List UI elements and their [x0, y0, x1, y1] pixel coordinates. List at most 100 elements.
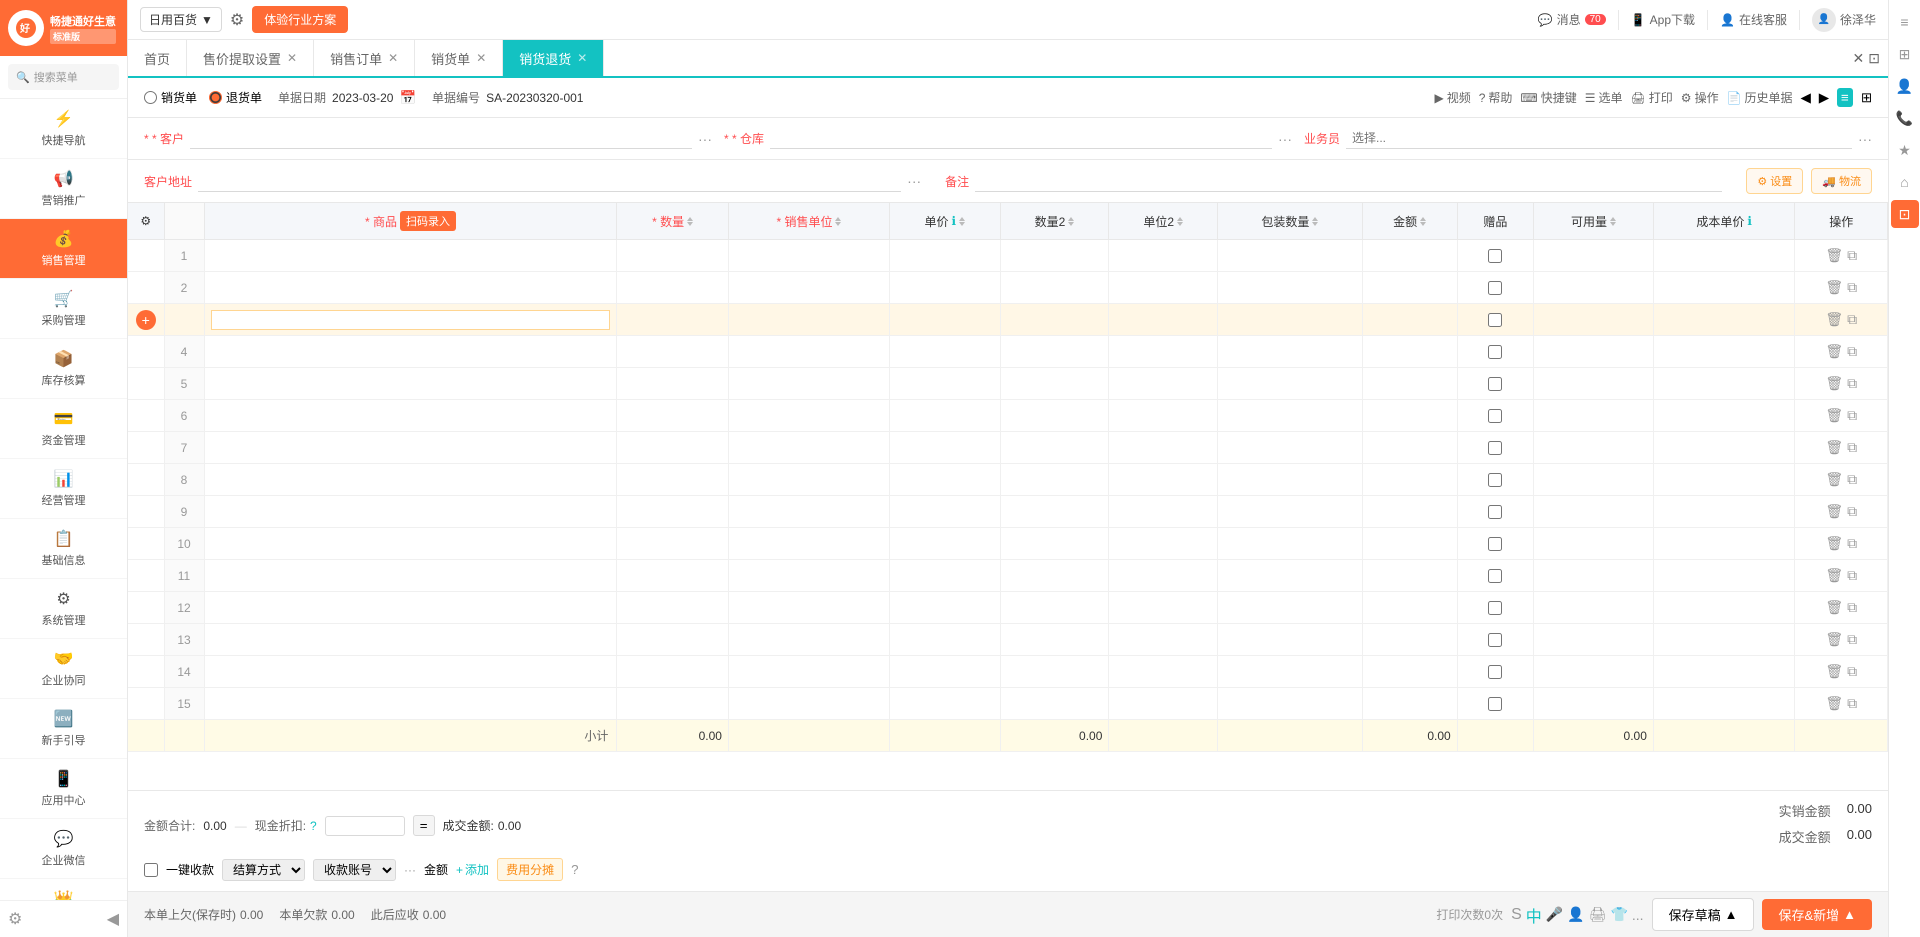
- address-input[interactable]: [198, 171, 901, 192]
- gift-checkbox[interactable]: [1488, 313, 1502, 327]
- row-copy-button[interactable]: ⧉: [1847, 535, 1857, 552]
- prev-record-button[interactable]: ◀: [1801, 90, 1811, 106]
- tab-sale-order[interactable]: 销售订单 ✕: [314, 40, 415, 76]
- tab-sale-order-close[interactable]: ✕: [388, 51, 398, 65]
- radio-sale-input[interactable]: [144, 91, 157, 104]
- settings-side-button[interactable]: ⚙ 设置: [1746, 168, 1803, 194]
- row-copy-button[interactable]: ⧉: [1847, 279, 1857, 296]
- toolbar-icon-5[interactable]: 🖨: [1589, 906, 1607, 923]
- row-delete-button[interactable]: 🗑: [1825, 407, 1843, 424]
- row-delete-button[interactable]: 🗑: [1825, 343, 1843, 360]
- online-service-button[interactable]: 👤 在线客服: [1720, 11, 1787, 28]
- row-amount-cell[interactable]: [1362, 272, 1457, 304]
- right-sidebar-btn-5[interactable]: ★: [1891, 136, 1919, 164]
- gift-checkbox[interactable]: [1488, 281, 1502, 295]
- tab-sale-return[interactable]: 销货退货 ✕: [503, 40, 604, 76]
- row-copy-button[interactable]: ⧉: [1847, 311, 1857, 328]
- video-action[interactable]: ▶ 视频: [1434, 89, 1470, 106]
- row-unit-cell[interactable]: [728, 304, 889, 336]
- settle-method-select[interactable]: 结算方式: [222, 859, 305, 881]
- row-copy-button[interactable]: ⧉: [1847, 567, 1857, 584]
- print-action[interactable]: 🖨 打印: [1631, 89, 1673, 106]
- save-new-button[interactable]: 保存&新增 ▲: [1762, 899, 1872, 930]
- date-picker-button[interactable]: 📅: [399, 90, 416, 106]
- tab-sale-delivery-close[interactable]: ✕: [476, 51, 486, 65]
- toolbar-icon-6[interactable]: 👕: [1610, 906, 1627, 923]
- row-delete-button[interactable]: 🗑: [1825, 631, 1843, 648]
- toolbar-icon-1[interactable]: S: [1511, 906, 1522, 924]
- tab-home[interactable]: 首页: [128, 40, 187, 76]
- sidebar-item-inventory[interactable]: 📦 库存核算: [0, 339, 127, 399]
- sidebar-item-wechat[interactable]: 💬 企业微信: [0, 819, 127, 879]
- row-copy-button[interactable]: ⧉: [1847, 663, 1857, 680]
- row-delete-button[interactable]: 🗑: [1825, 471, 1843, 488]
- app-download-button[interactable]: 📱 App下载: [1631, 11, 1695, 28]
- gift-checkbox[interactable]: [1488, 345, 1502, 359]
- settings-bottom-button[interactable]: ⚙: [8, 909, 22, 929]
- row-product-cell[interactable]: [204, 304, 617, 336]
- row-pack-cell[interactable]: [1218, 240, 1363, 272]
- row-amount-cell[interactable]: [1362, 304, 1457, 336]
- row-cost-cell[interactable]: [1653, 272, 1795, 304]
- row-copy-button[interactable]: ⧉: [1847, 247, 1857, 264]
- row-delete-button[interactable]: 🗑: [1825, 535, 1843, 552]
- add-fee-button[interactable]: + 添加: [456, 861, 489, 878]
- row-unit-cell[interactable]: [728, 240, 889, 272]
- radio-sale[interactable]: 销货单: [144, 89, 197, 106]
- tab-sale-price[interactable]: 售价提取设置 ✕: [187, 40, 314, 76]
- warehouse-input[interactable]: 总仓: [770, 128, 1272, 149]
- row-copy-button[interactable]: ⧉: [1847, 695, 1857, 712]
- maximize-button[interactable]: ⊡: [1868, 50, 1880, 67]
- gift-checkbox[interactable]: [1488, 665, 1502, 679]
- gift-checkbox[interactable]: [1488, 441, 1502, 455]
- row-price-cell[interactable]: [890, 272, 1001, 304]
- sidebar-item-guide[interactable]: 🆕 新手引导: [0, 699, 127, 759]
- row-unit-cell[interactable]: [728, 272, 889, 304]
- row-pack-cell[interactable]: [1218, 272, 1363, 304]
- row-delete-button[interactable]: 🗑: [1825, 599, 1843, 616]
- row-product-cell[interactable]: [204, 240, 617, 272]
- discount-input[interactable]: [325, 816, 405, 836]
- toolbar-icon-4[interactable]: 👤: [1567, 906, 1584, 923]
- industry-selector[interactable]: 日用百货 ▼: [140, 7, 222, 32]
- sidebar-item-enterprise[interactable]: 🤝 企业协同: [0, 639, 127, 699]
- sidebar-item-member[interactable]: 👑 畅会员: [0, 879, 127, 900]
- settings-gear-button[interactable]: ⚙: [230, 10, 244, 30]
- row-copy-button[interactable]: ⧉: [1847, 503, 1857, 520]
- row-qty-cell[interactable]: [617, 272, 729, 304]
- row-delete-button[interactable]: 🗑: [1825, 375, 1843, 392]
- sidebar-item-marketing[interactable]: 📢 营销推广: [0, 159, 127, 219]
- gift-checkbox[interactable]: [1488, 249, 1502, 263]
- toolbar-icon-3[interactable]: 🎤: [1546, 906, 1563, 923]
- radio-return-input[interactable]: [209, 91, 222, 104]
- collapse-button[interactable]: ◀: [107, 909, 119, 929]
- one-click-pay-checkbox[interactable]: [144, 863, 158, 877]
- radio-return[interactable]: 退货单: [209, 89, 262, 106]
- right-sidebar-btn-7[interactable]: ⊡: [1891, 200, 1919, 228]
- salesperson-input[interactable]: [1346, 128, 1852, 149]
- list-view-button[interactable]: ≡: [1837, 88, 1853, 107]
- experience-plan-button[interactable]: 体验行业方案: [252, 6, 348, 33]
- shortcut-action[interactable]: ⌨ 快捷键: [1520, 89, 1576, 106]
- gift-checkbox[interactable]: [1488, 377, 1502, 391]
- sidebar-item-operations[interactable]: 📊 经营管理: [0, 459, 127, 519]
- row-delete-button[interactable]: 🗑: [1825, 663, 1843, 680]
- row-copy-button[interactable]: ⧉: [1847, 407, 1857, 424]
- gift-checkbox[interactable]: [1488, 409, 1502, 423]
- row-qty-cell[interactable]: [617, 240, 729, 272]
- user-profile-button[interactable]: 👤 徐泽华: [1812, 8, 1876, 32]
- row-qty2-cell[interactable]: [1000, 272, 1109, 304]
- row-product-cell[interactable]: [204, 272, 617, 304]
- save-draft-button[interactable]: 保存草稿 ▲: [1652, 898, 1755, 931]
- fee-split-button[interactable]: 费用分摊: [497, 858, 563, 881]
- row-delete-button[interactable]: 🗑: [1825, 695, 1843, 712]
- tab-sale-price-close[interactable]: ✕: [287, 51, 297, 65]
- toolbar-icon-7[interactable]: ...: [1632, 907, 1644, 923]
- address-more-button[interactable]: ···: [907, 173, 921, 189]
- gift-checkbox[interactable]: [1488, 633, 1502, 647]
- grid-view-button[interactable]: ⊞: [1861, 90, 1872, 106]
- gift-checkbox[interactable]: [1488, 569, 1502, 583]
- price-info-icon[interactable]: ℹ: [952, 214, 957, 228]
- row-copy-button[interactable]: ⧉: [1847, 631, 1857, 648]
- row-cost-cell[interactable]: [1653, 304, 1795, 336]
